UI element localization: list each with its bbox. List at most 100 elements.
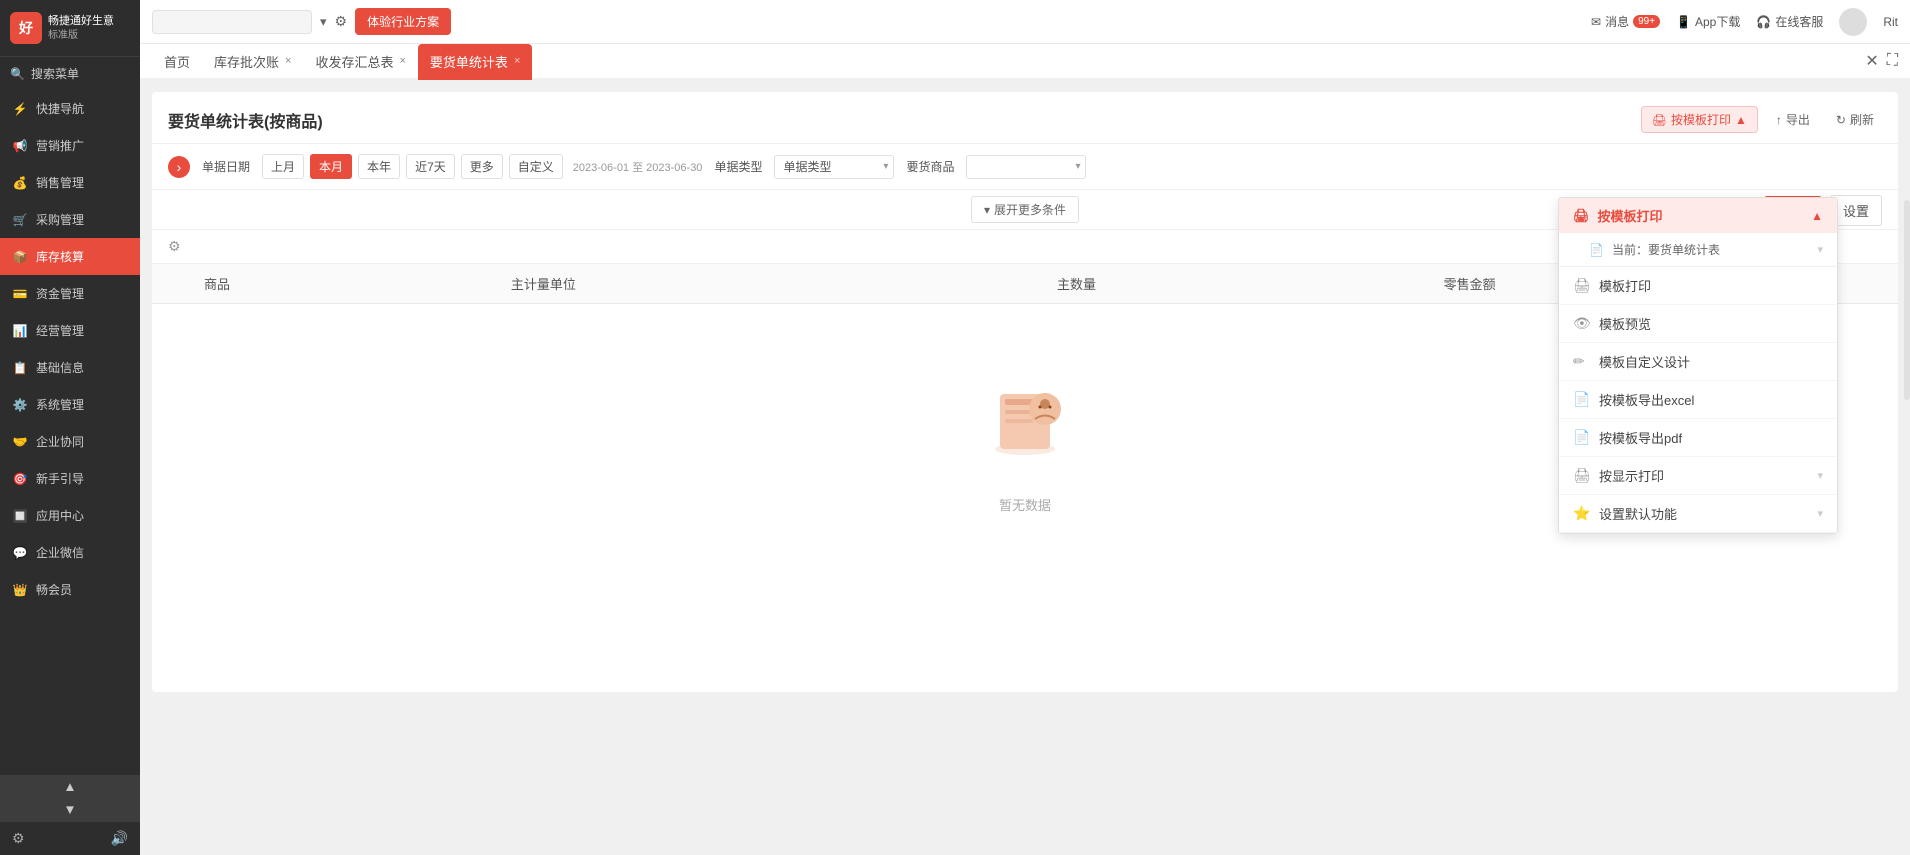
date-btn-this-month[interactable]: 本月 [310,154,352,179]
sidebar-item-finance[interactable]: 💳 资金管理 [0,275,140,312]
order-goods-label: 要货商品 [906,158,954,175]
date-btn-this-year[interactable]: 本年 [358,154,400,179]
finance-icon: 💳 [12,286,28,302]
sidebar-item-sales[interactable]: 💰 销售管理 [0,164,140,201]
dropdown-item-template-preview[interactable]: 👁 模板预览 [1559,305,1837,343]
app-name: 畅捷通好生意 标准版 [48,14,114,41]
sidebar-item-member[interactable]: 👑 畅会员 [0,571,140,608]
inventory-icon: 📦 [12,249,28,265]
template-preview-icon: 👁 [1573,315,1589,332]
order-goods-select-wrapper [966,155,1086,179]
search-menu[interactable]: 🔍 搜索菜单 [0,57,140,90]
tab-home[interactable]: 首页 [152,44,202,80]
current-indicator-icon: 📄 [1589,243,1604,257]
dropdown-item-template-print[interactable]: 🖨 模板打印 [1559,267,1837,305]
filter-bar: › 单据日期 上月 本月 本年 近7天 更多 自定义 2023-06-01 至 … [152,144,1898,190]
close-tab-panel-icon[interactable]: ✕ [1865,51,1878,71]
tab-order-stats[interactable]: 要货单统计表 × [418,44,532,80]
table-settings-icon[interactable]: ⚙ [168,238,181,255]
right-scrollbar[interactable] [1904,200,1910,400]
sidebar-item-marketing[interactable]: 📢 营销推广 [0,127,140,164]
sidebar-item-quick-nav[interactable]: ⚡ 快捷导航 [0,90,140,127]
print-dropdown-header: 🖨 按模板打印 ▲ [1559,198,1837,233]
tab-bar: 首页 库存批次账 × 收发存汇总表 × 要货单统计表 × ✕ ⛶ [140,44,1910,80]
print-template-button[interactable]: 🖨 按模板打印 ▲ [1641,106,1758,133]
sidebar-item-system[interactable]: ⚙️ 系统管理 [0,386,140,423]
topbar-search-input[interactable] [152,10,312,34]
sidebar-item-guide[interactable]: 🎯 新手引导 [0,460,140,497]
print-dropdown-close-icon[interactable]: ▲ [1811,209,1823,223]
tab-batch-account[interactable]: 库存批次账 × [202,44,303,80]
quick-nav-icon: ⚡ [12,101,28,117]
app-logo: 好 畅捷通好生意 标准版 [0,0,140,57]
current-template-arrow: ▾ [1817,243,1823,256]
app-download-button[interactable]: 📱 App下载 [1676,13,1740,30]
logo-icon: 好 [10,12,42,44]
online-service-button[interactable]: 🎧 在线客服 [1756,13,1823,30]
sidebar-item-inventory[interactable]: 📦 库存核算 [0,238,140,275]
appstore-icon: 🔲 [12,508,28,524]
dropdown-item-set-default[interactable]: ⭐ 设置默认功能 ▾ [1559,495,1837,533]
topbar-gear-icon[interactable]: ⚙ [335,13,348,30]
topbar: ▾ ⚙ 体验行业方案 ✉ 消息 99+ 📱 App下载 🎧 在线客服 Rit [140,0,1910,44]
tab-close-receipt-summary[interactable]: × [399,55,405,67]
message-icon: ✉ [1591,15,1601,29]
set-default-icon: ⭐ [1573,505,1589,522]
tab-close-order-stats[interactable]: × [514,55,520,67]
dropdown-item-export-excel[interactable]: 📄 按模板导出excel [1559,381,1837,419]
print-template-dropdown: 🖨 按模板打印 ▲ 📄 当前：要货单统计表 ▾ 🖨 模板打印 [1558,197,1838,534]
maximize-tab-panel-icon[interactable]: ⛶ [1887,52,1898,70]
export-excel-icon: 📄 [1573,391,1589,408]
sidebar-item-appstore[interactable]: 🔲 应用中心 [0,497,140,534]
date-filter-group: 上月 本月 本年 近7天 更多 自定义 2023-06-01 至 2023-06… [262,154,702,179]
settings-footer-icon[interactable]: ⚙ [12,830,25,847]
date-filter-label: 单据日期 [202,158,250,175]
display-print-arrow: ▾ [1817,469,1823,482]
main-area: ▾ ⚙ 体验行业方案 ✉ 消息 99+ 📱 App下载 🎧 在线客服 Rit 首… [140,0,1910,855]
date-btn-more[interactable]: 更多 [461,154,503,179]
dropdown-item-display-print[interactable]: 🖨 按显示打印 ▾ [1559,457,1837,495]
date-btn-custom[interactable]: 自定义 [509,154,563,179]
current-template-indicator[interactable]: 📄 当前：要货单统计表 ▾ [1559,233,1837,267]
sidebar-nav: ⚡ 快捷导航 📢 营销推广 💰 销售管理 🛒 采购管理 📦 库存核算 💳 资金管… [0,90,140,775]
sidebar-item-basic[interactable]: 📋 基础信息 [0,349,140,386]
print-icon: 🖨 [1652,113,1667,127]
tab-receipt-summary[interactable]: 收发存汇总表 × [303,44,417,80]
order-goods-select[interactable] [966,155,1086,179]
page-title: 要货单统计表(按商品) [168,108,323,132]
sidebar-item-collab[interactable]: 🤝 企业协同 [0,423,140,460]
guide-icon: 🎯 [12,471,28,487]
dropdown-item-export-pdf[interactable]: 📄 按模板导出pdf [1559,419,1837,457]
member-icon: 👑 [12,582,28,598]
messages-button[interactable]: ✉ 消息 99+ [1591,13,1660,30]
sidebar-item-wechat[interactable]: 💬 企业微信 [0,534,140,571]
sidebar-scroll-up[interactable]: ▼ [0,798,140,821]
date-btn-7days[interactable]: 近7天 [406,154,455,179]
tab-close-batch-account[interactable]: × [285,55,291,67]
refresh-button[interactable]: ↻ 刷新 [1828,107,1882,132]
expand-more-button[interactable]: ▾ 展开更多条件 [971,196,1079,223]
operations-icon: 📊 [12,323,28,339]
sidebar-scroll-down[interactable]: ▲ [0,775,140,798]
sound-footer-icon[interactable]: 🔊 [111,830,128,847]
filter-expand-icon[interactable]: › [168,156,190,178]
sidebar-item-operations[interactable]: 📊 经营管理 [0,312,140,349]
dropdown-item-template-custom[interactable]: ✏ 模板自定义设计 [1559,343,1837,381]
expand-chevron-icon: ▾ [984,203,990,217]
user-avatar[interactable] [1839,8,1867,36]
sidebar-item-purchase[interactable]: 🛒 采购管理 [0,201,140,238]
doc-type-select[interactable]: 单据类型 [774,155,894,179]
date-btn-last-month[interactable]: 上月 [262,154,304,179]
download-icon: 📱 [1676,15,1691,29]
topbar-dropdown-arrow[interactable]: ▾ [320,14,327,30]
col-header-goods: 商品 [192,264,499,304]
collab-icon: 🤝 [12,434,28,450]
export-button[interactable]: ↑ 导出 [1768,107,1818,132]
page-header: 要货单统计表(按商品) 🖨 按模板打印 ▲ ↑ 导出 ↻ 刷新 [152,92,1898,144]
user-name[interactable]: Rit [1883,15,1898,29]
search-icon: 🔍 [10,67,25,81]
industry-solution-button[interactable]: 体验行业方案 [355,8,451,35]
page-card: 要货单统计表(按商品) 🖨 按模板打印 ▲ ↑ 导出 ↻ 刷新 [152,92,1898,692]
template-print-icon: 🖨 [1573,277,1589,294]
doc-type-select-wrapper: 单据类型 [774,155,894,179]
